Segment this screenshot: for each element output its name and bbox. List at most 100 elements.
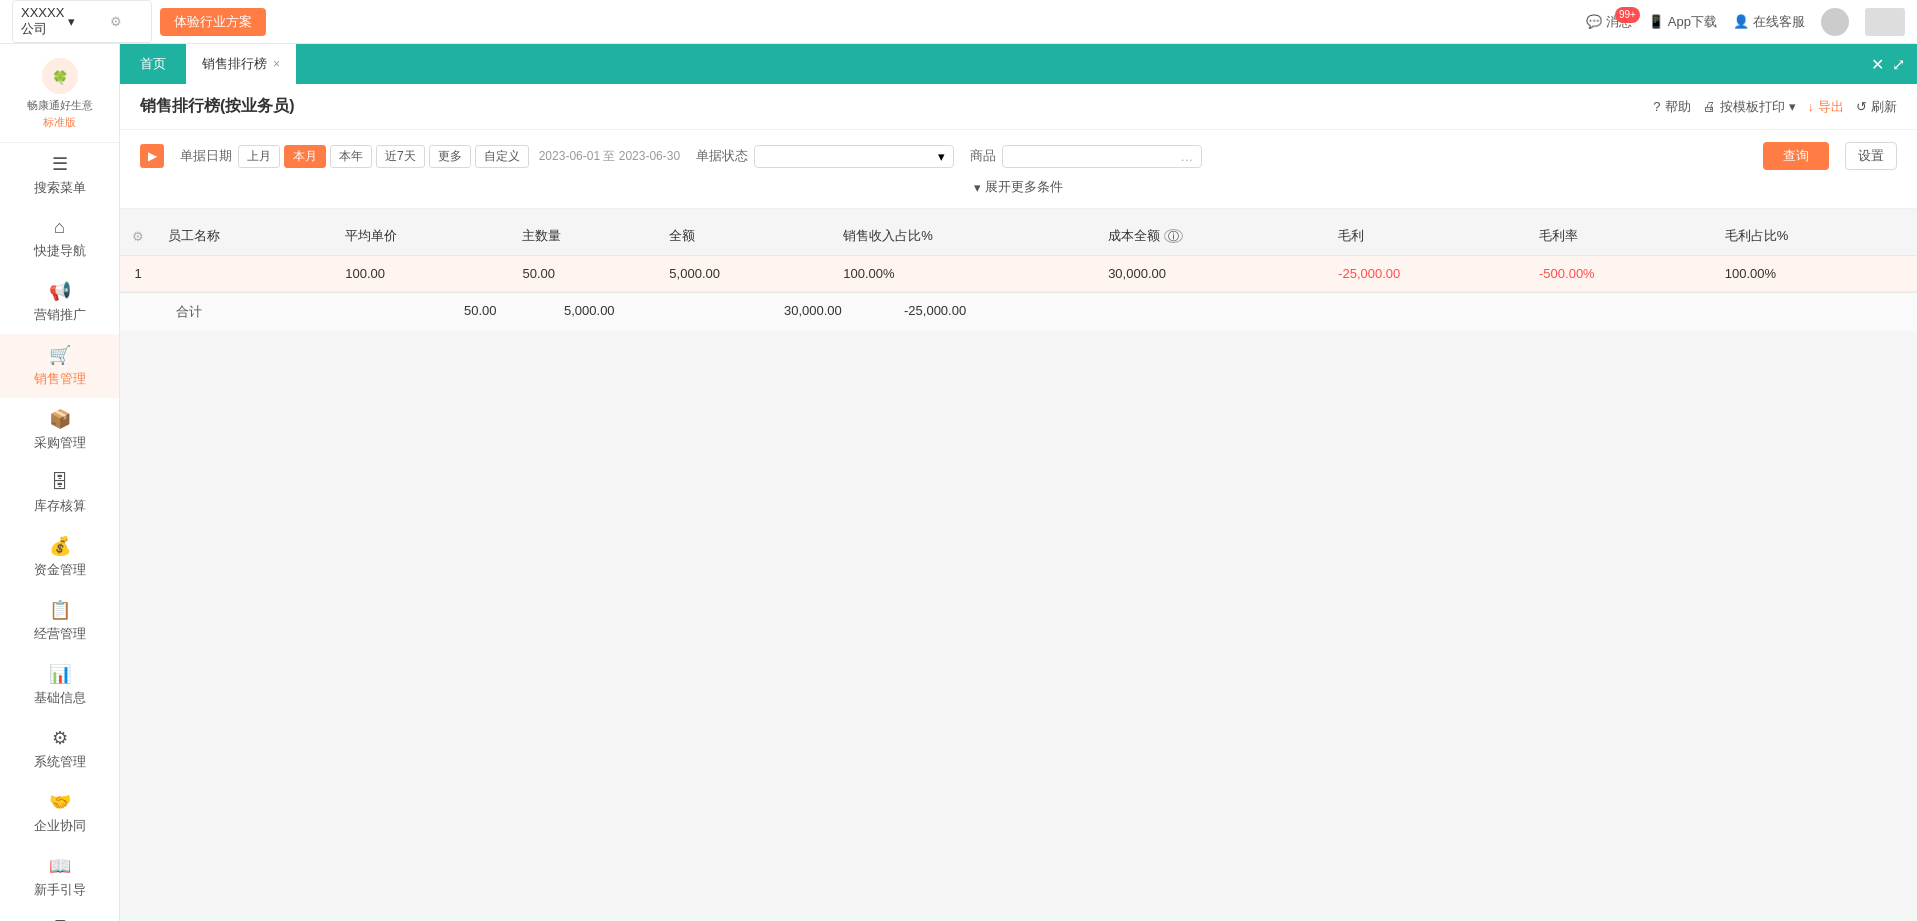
date-btn-more[interactable]: 更多 xyxy=(429,145,471,168)
sidebar-item-search-order[interactable]: ☰ 搜索菜单 xyxy=(0,143,119,207)
sidebar-item-enterprise[interactable]: 🤝 企业协同 xyxy=(0,781,119,845)
sidebar-item-purchase[interactable]: 📦 采购管理 xyxy=(0,398,119,462)
footer-quantity: 50.00 xyxy=(452,303,552,321)
search-order-icon: ☰ xyxy=(52,153,68,175)
tab-label: 销售排行榜 xyxy=(202,55,267,73)
top-bar: XXXXX公司 ▾ ⚙ 体验行业方案 💬 消息 99+ 📱 App下载 👤 在线… xyxy=(0,0,1917,44)
tab-maximize-icon[interactable]: ⤢ xyxy=(1892,55,1905,74)
column-settings-icon[interactable]: ⚙ xyxy=(132,229,144,244)
sidebar-label-guide: 新手引导 xyxy=(34,881,86,899)
sidebar-item-finance[interactable]: 💰 资金管理 xyxy=(0,525,119,589)
sidebar-item-app-center[interactable]: 📱 应用中心 xyxy=(0,909,119,921)
export-button[interactable]: ↓ 导出 xyxy=(1808,98,1845,116)
th-settings: ⚙ xyxy=(120,217,156,256)
date-btn-custom[interactable]: 自定义 xyxy=(475,145,529,168)
sidebar-item-system[interactable]: ⚙ 系统管理 xyxy=(0,717,119,781)
sidebar-label-purchase: 采购管理 xyxy=(34,434,86,452)
cell-gross-profit: -25,000.00 xyxy=(1326,256,1527,292)
expand-row: ▾ 展开更多条件 xyxy=(140,178,1897,196)
company-selector[interactable]: XXXXX公司 ▾ ⚙ xyxy=(12,0,152,43)
sales-ranking-table: ⚙ 员工名称 平均单价 主数量 全额 销售收入占比% 成本全额 ⓘ 毛利 毛利率… xyxy=(120,217,1917,292)
trial-button[interactable]: 体验行业方案 xyxy=(160,8,266,36)
date-btn-prev-month[interactable]: 上月 xyxy=(238,145,280,168)
basic-info-icon: 📊 xyxy=(49,663,71,685)
settings-icon[interactable]: ⚙ xyxy=(110,14,143,29)
avatar[interactable] xyxy=(1821,8,1849,36)
sidebar-item-sales[interactable]: 🛒 销售管理 xyxy=(0,334,119,398)
cost-info-icon: ⓘ xyxy=(1164,229,1183,243)
export-label: 导出 xyxy=(1818,98,1844,116)
table-footer: 合计 50.00 5,000.00 30,000.00 -25,000.00 xyxy=(120,292,1917,331)
date-buttons: 上月 本月 本年 近7天 更多 自定义 xyxy=(238,145,529,168)
page-title: 销售排行榜(按业务员) xyxy=(140,96,295,117)
logo-text2: 标准版 xyxy=(43,115,76,130)
expand-more-btn[interactable]: ▾ 展开更多条件 xyxy=(974,178,1063,196)
guide-icon: 📖 xyxy=(49,855,71,877)
table-wrap: ⚙ 员工名称 平均单价 主数量 全额 销售收入占比% 成本全额 ⓘ 毛利 毛利率… xyxy=(120,217,1917,292)
settings-button[interactable]: 设置 xyxy=(1845,142,1897,170)
th-cost: 成本全额 ⓘ xyxy=(1096,217,1326,256)
app-icon: 📱 xyxy=(1648,14,1664,29)
sidebar-item-inventory[interactable]: 🗄 库存核算 xyxy=(0,462,119,525)
th-gross-profit: 毛利 xyxy=(1326,217,1527,256)
footer-avg-price-spacer xyxy=(332,303,452,321)
cell-rank: 1 xyxy=(120,256,156,292)
message-badge: 99+ xyxy=(1615,7,1640,23)
sidebar-label-marketing: 营销推广 xyxy=(34,306,86,324)
tab-close-icon[interactable]: × xyxy=(273,57,280,71)
sidebar-label-finance: 资金管理 xyxy=(34,561,86,579)
status-label: 单据状态 xyxy=(696,147,748,165)
quick-nav-icon: ⌂ xyxy=(54,217,65,238)
cell-sales-pct: 100.00% xyxy=(831,256,1096,292)
sidebar-label-enterprise: 企业协同 xyxy=(34,817,86,835)
query-button[interactable]: 查询 xyxy=(1763,142,1829,170)
tab-bar: 首页 销售排行榜 × ✕ ⤢ xyxy=(120,44,1917,84)
print-button[interactable]: 🖨 按模板打印 ▾ xyxy=(1703,98,1796,116)
page-header: 销售排行榜(按业务员) ? 帮助 🖨 按模板打印 ▾ ↓ 导出 xyxy=(120,84,1917,130)
expand-label: 展开更多条件 xyxy=(985,178,1063,196)
refresh-icon: ↺ xyxy=(1856,99,1867,114)
date-btn-current-month[interactable]: 本月 xyxy=(284,145,326,168)
tab-close-window-icon[interactable]: ✕ xyxy=(1871,55,1884,74)
date-btn-7days[interactable]: 近7天 xyxy=(376,145,425,168)
app-download-item[interactable]: 📱 App下载 xyxy=(1648,13,1717,31)
th-total: 全额 xyxy=(657,217,831,256)
status-chevron-icon: ▾ xyxy=(938,149,945,164)
print-label: 按模板打印 xyxy=(1720,98,1785,116)
refresh-button[interactable]: ↺ 刷新 xyxy=(1856,98,1897,116)
tab-sales-ranking[interactable]: 销售排行榜 × xyxy=(186,44,296,84)
tab-home[interactable]: 首页 xyxy=(120,44,186,84)
status-select[interactable]: ▾ xyxy=(754,145,954,168)
sidebar-label-sales: 销售管理 xyxy=(34,370,86,388)
operations-icon: 📋 xyxy=(49,599,71,621)
print-chevron-icon: ▾ xyxy=(1789,99,1796,114)
help-button[interactable]: ? 帮助 xyxy=(1653,98,1690,116)
enterprise-icon: 🤝 xyxy=(49,791,71,813)
message-item[interactable]: 💬 消息 99+ xyxy=(1586,13,1632,31)
cell-total: 5,000.00 xyxy=(657,256,831,292)
top-bar-right: 💬 消息 99+ 📱 App下载 👤 在线客服 xyxy=(1586,8,1905,36)
sidebar-item-basic-info[interactable]: 📊 基础信息 xyxy=(0,653,119,717)
finance-icon: 💰 xyxy=(49,535,71,557)
footer-sales-pct-spacer xyxy=(652,303,772,321)
sidebar-item-operations[interactable]: 📋 经营管理 xyxy=(0,589,119,653)
page-actions: ? 帮助 🖨 按模板打印 ▾ ↓ 导出 ↺ 刷新 xyxy=(1653,98,1897,116)
table-row: 1 100.00 50.00 5,000.00 100.00% 30,000.0… xyxy=(120,256,1917,292)
goods-input[interactable]: … xyxy=(1002,145,1202,168)
table-header-row: ⚙ 员工名称 平均单价 主数量 全额 销售收入占比% 成本全额 ⓘ 毛利 毛利率… xyxy=(120,217,1917,256)
th-gross-pct: 毛利占比% xyxy=(1713,217,1917,256)
footer-row: 合计 50.00 5,000.00 30,000.00 -25,000.00 xyxy=(132,303,1905,321)
refresh-label: 刷新 xyxy=(1871,98,1897,116)
date-btn-current-year[interactable]: 本年 xyxy=(330,145,372,168)
sidebar-item-quick-nav[interactable]: ⌂ 快捷导航 xyxy=(0,207,119,270)
filter-expand-toggle[interactable]: ▶ xyxy=(140,144,164,168)
purchase-icon: 📦 xyxy=(49,408,71,430)
online-service-item[interactable]: 👤 在线客服 xyxy=(1733,13,1805,31)
content-area: 首页 销售排行榜 × ✕ ⤢ 销售排行榜(按业务员) ? 帮助 xyxy=(120,44,1917,921)
sidebar-item-guide[interactable]: 📖 新手引导 xyxy=(0,845,119,909)
sidebar-label-quick-nav: 快捷导航 xyxy=(34,242,86,260)
sidebar-item-marketing[interactable]: 📢 营销推广 xyxy=(0,270,119,334)
goods-label: 商品 xyxy=(970,147,996,165)
sales-icon: 🛒 xyxy=(49,344,71,366)
sidebar-label-basic-info: 基础信息 xyxy=(34,689,86,707)
